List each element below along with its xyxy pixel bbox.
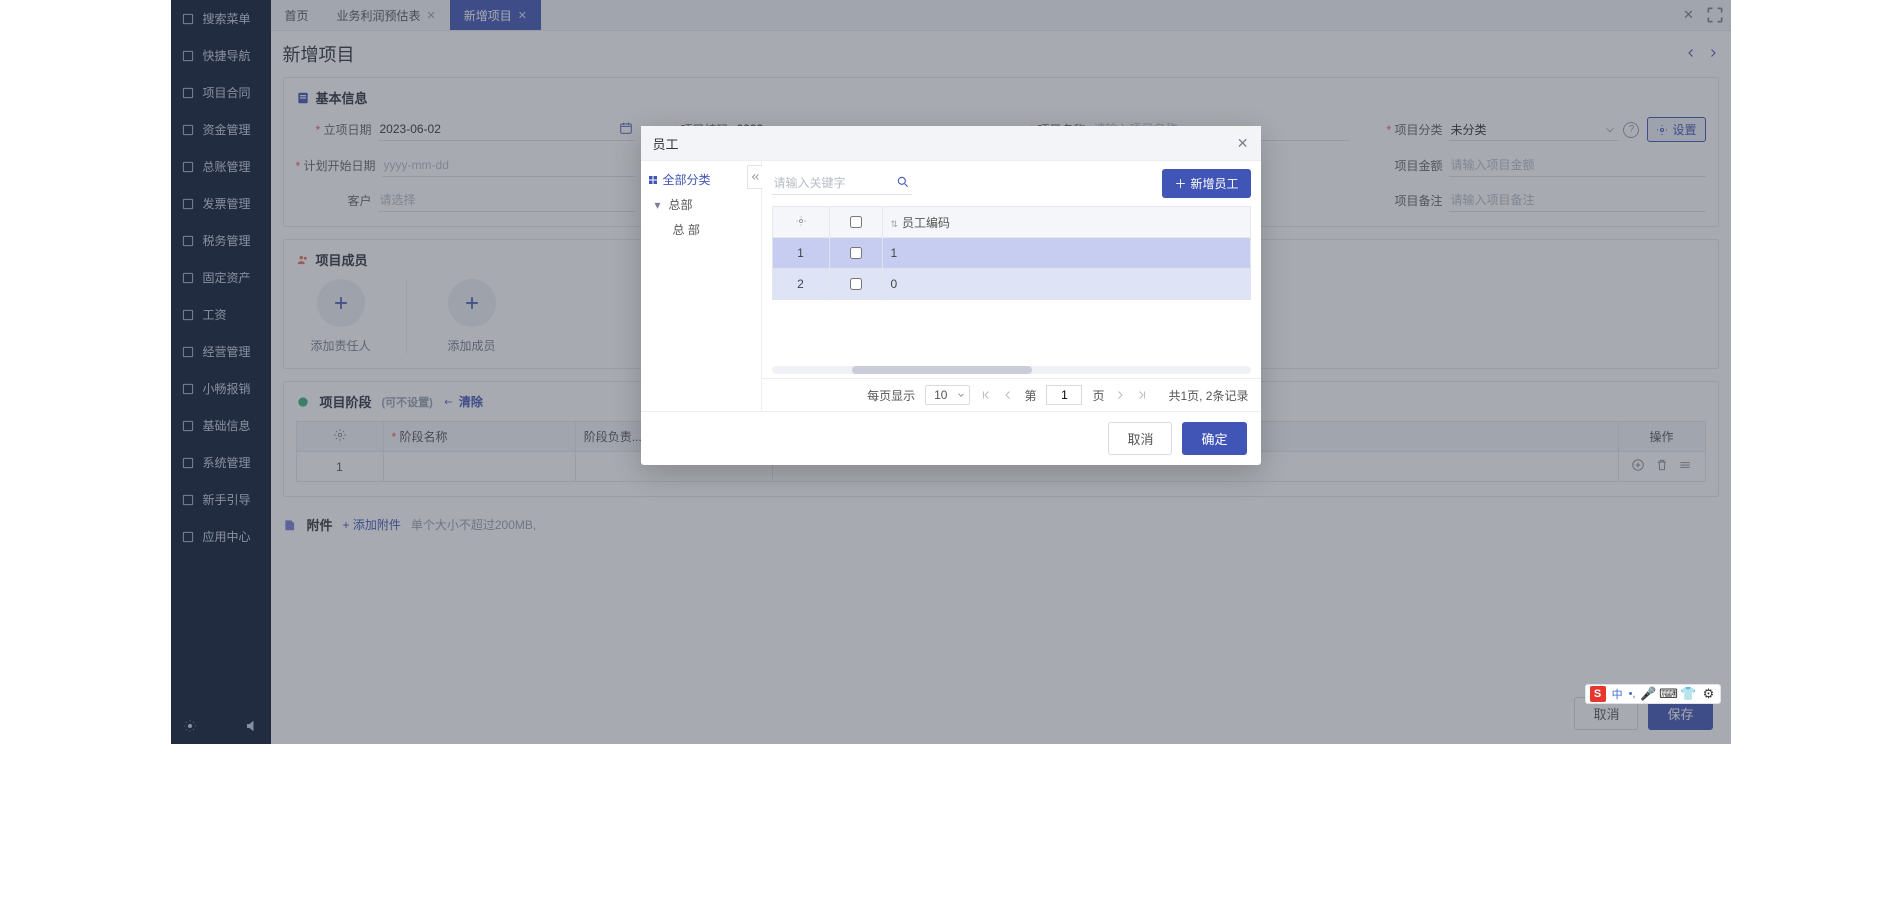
employee-table: ⇅员工编码 1120: [772, 206, 1251, 300]
modal-overlay: 员工 ✕ 全部分类 ▾总部 总 部: [171, 0, 1731, 744]
sort-icon[interactable]: ⇅: [891, 219, 899, 230]
per-page-select[interactable]: 10: [925, 385, 970, 405]
dialog-search-input[interactable]: [772, 172, 912, 195]
dialog-title: 员工: [653, 134, 679, 153]
app-root: 搜索菜单快捷导航项目合同资金管理总账管理发票管理税务管理固定资产工资经营管理小畅…: [171, 0, 1731, 744]
select-all-checkbox[interactable]: [850, 216, 862, 228]
page-suffix: 页: [1092, 387, 1104, 404]
page-prefix: 第: [1024, 387, 1036, 404]
table-gear-icon[interactable]: [795, 215, 807, 227]
ime-mic-icon: 🎤: [1642, 687, 1656, 701]
last-page-icon[interactable]: [1136, 389, 1148, 401]
prev-page-icon[interactable]: [1002, 389, 1014, 401]
tree-root-node[interactable]: ▾总部: [655, 192, 755, 217]
search-icon[interactable]: [896, 175, 910, 189]
dialog-cancel-button[interactable]: 取消: [1108, 422, 1172, 455]
chevron-down-icon: [956, 390, 966, 400]
employee-row[interactable]: 20: [772, 269, 1250, 300]
ime-lang: 中: [1612, 686, 1623, 702]
employee-dialog: 员工 ✕ 全部分类 ▾总部 总 部: [641, 126, 1261, 465]
row-checkbox[interactable]: [850, 278, 862, 290]
page-total: 共1页, 2条记录: [1168, 387, 1248, 404]
dialog-pager: 每页显示 10 第 页 共1页, 2条记录: [762, 378, 1261, 411]
ime-toolbox-icon: ⚙: [1702, 687, 1716, 701]
page-input[interactable]: [1046, 385, 1082, 405]
tree-leaf-node[interactable]: 总 部: [655, 217, 755, 242]
dialog-close-icon[interactable]: ✕: [1237, 135, 1249, 152]
row-checkbox[interactable]: [850, 247, 862, 259]
horizontal-scrollbar[interactable]: [772, 366, 1251, 374]
col-employee-code: 员工编码: [902, 216, 950, 230]
ime-keyboard-icon: ⌨: [1662, 687, 1676, 701]
dialog-ok-button[interactable]: 确定: [1182, 422, 1246, 455]
dialog-tree: 全部分类 ▾总部 总 部: [641, 161, 762, 411]
tree-collapse-button[interactable]: [747, 165, 762, 189]
add-employee-button[interactable]: ＋ 新增员工: [1162, 169, 1250, 198]
employee-row[interactable]: 11: [772, 238, 1250, 269]
ime-skin-icon: 👕: [1682, 687, 1696, 701]
ime-bar[interactable]: S 中 •, 🎤 ⌨ 👕 ⚙: [1585, 684, 1721, 704]
first-page-icon[interactable]: [980, 389, 992, 401]
per-page-label: 每页显示: [867, 387, 915, 404]
tree-all-link[interactable]: 全部分类: [647, 167, 755, 192]
next-page-icon[interactable]: [1114, 389, 1126, 401]
ime-logo-icon: S: [1590, 686, 1606, 702]
ime-punct-icon: •,: [1629, 688, 1636, 700]
